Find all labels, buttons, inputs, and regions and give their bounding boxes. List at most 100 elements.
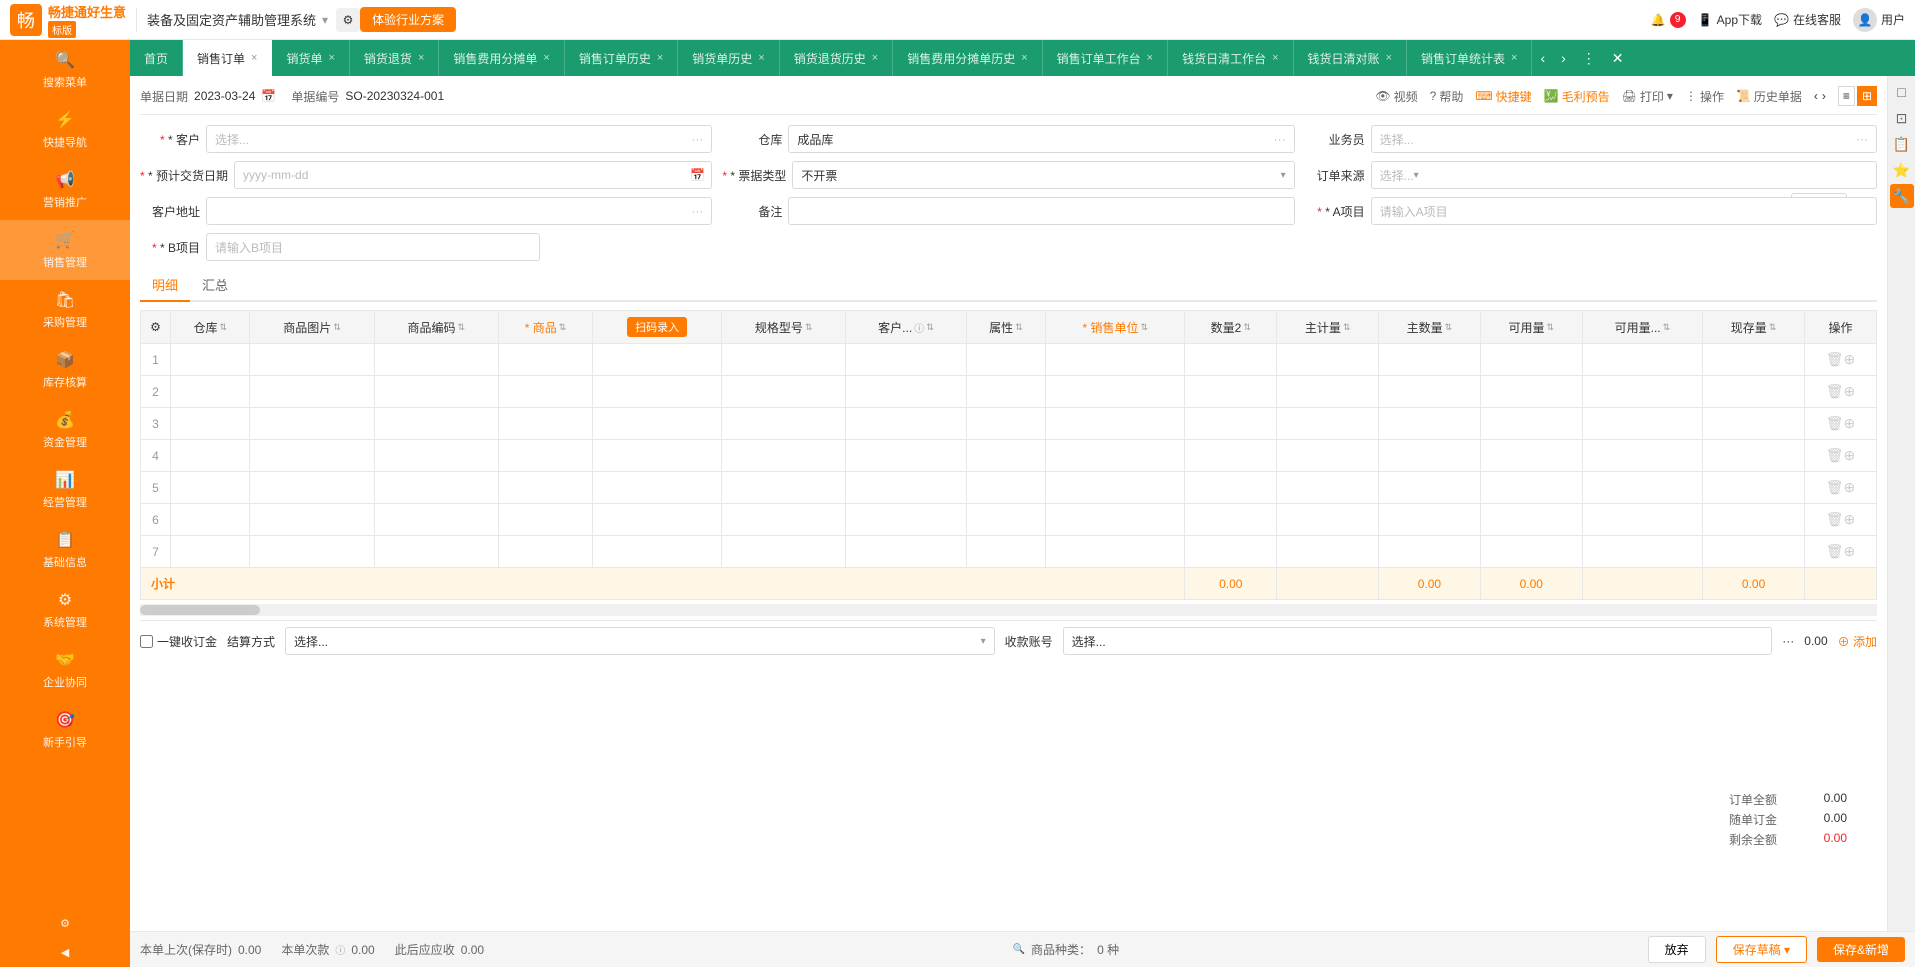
row-4-code[interactable] bbox=[374, 440, 498, 472]
row-2-product[interactable] bbox=[498, 376, 592, 408]
row-3-delete-btn[interactable]: 🗑 bbox=[1826, 415, 1844, 431]
view-btn[interactable]: 👁 视频 bbox=[1375, 88, 1417, 105]
stock-sort[interactable]: ⇅ bbox=[1769, 323, 1777, 332]
row-5-warehouse[interactable] bbox=[171, 472, 250, 504]
row-6-product[interactable] bbox=[498, 504, 592, 536]
row-4-main-unit[interactable] bbox=[1277, 440, 1379, 472]
row-2-available[interactable] bbox=[1480, 376, 1582, 408]
row-6-attr[interactable] bbox=[966, 504, 1045, 536]
attr-sort[interactable]: ⇅ bbox=[1015, 323, 1023, 332]
row-1-product[interactable] bbox=[498, 344, 592, 376]
row-4-available[interactable] bbox=[1480, 440, 1582, 472]
invoice-select[interactable]: 不开票 ▾ bbox=[792, 161, 1294, 189]
row-1-customer-code[interactable] bbox=[846, 344, 966, 376]
account-select[interactable]: 选择... bbox=[1063, 627, 1773, 655]
one-click-check[interactable] bbox=[140, 635, 153, 648]
row-6-model[interactable] bbox=[722, 504, 846, 536]
row-5-model[interactable] bbox=[722, 472, 846, 504]
tab-sales-order-close[interactable]: × bbox=[251, 52, 257, 64]
order-source-input[interactable]: 选择... ▾ bbox=[1371, 161, 1877, 189]
tab-cash-workbench[interactable]: 钱货日清工作台 × bbox=[1168, 40, 1293, 76]
code-sort[interactable]: ⇅ bbox=[458, 323, 466, 332]
row-7-stock[interactable] bbox=[1703, 536, 1805, 568]
address-input[interactable]: ··· bbox=[206, 197, 712, 225]
row-6-qty2[interactable] bbox=[1185, 504, 1277, 536]
sidebar-item-guide[interactable]: 🎯 新手引导 bbox=[0, 700, 130, 760]
a-project-input[interactable]: 请输入A项目 bbox=[1371, 197, 1877, 225]
col-settings[interactable]: ⚙ bbox=[141, 311, 171, 344]
row-4-model[interactable] bbox=[722, 440, 846, 472]
main-qty-sort[interactable]: ⇅ bbox=[1445, 323, 1453, 332]
customer-input[interactable]: 选择... ··· bbox=[206, 125, 712, 153]
row-4-available2[interactable] bbox=[1582, 440, 1702, 472]
row-6-available[interactable] bbox=[1480, 504, 1582, 536]
row-4-main-qty[interactable] bbox=[1379, 440, 1481, 472]
operation-btn[interactable]: ⋮ 操作 bbox=[1685, 88, 1724, 105]
row-2-model[interactable] bbox=[722, 376, 846, 408]
available-sort[interactable]: ⇅ bbox=[1546, 323, 1554, 332]
row-7-code[interactable] bbox=[374, 536, 498, 568]
row-5-attr[interactable] bbox=[966, 472, 1045, 504]
row-7-customer-code[interactable] bbox=[846, 536, 966, 568]
row-7-main-unit[interactable] bbox=[1277, 536, 1379, 568]
save-draft-btn[interactable]: 保存草稿 ▾ bbox=[1716, 936, 1807, 963]
row-1-stock[interactable] bbox=[1703, 344, 1805, 376]
method-select[interactable]: 选择... ▾ bbox=[285, 627, 995, 655]
row-3-code[interactable] bbox=[374, 408, 498, 440]
row-4-image[interactable] bbox=[250, 440, 374, 472]
product-sort[interactable]: ⇅ bbox=[559, 323, 567, 332]
one-click-checkbox[interactable]: 一键收订金 bbox=[140, 633, 217, 650]
row-3-customer-code[interactable] bbox=[846, 408, 966, 440]
row-2-attr[interactable] bbox=[966, 376, 1045, 408]
delivery-input[interactable]: yyyy-mm-dd 📅 bbox=[234, 161, 712, 189]
online-service[interactable]: 💬 在线客服 bbox=[1774, 11, 1841, 28]
row-7-copy-btn[interactable]: ⊕ bbox=[1844, 543, 1856, 559]
qty2-sort[interactable]: ⇅ bbox=[1243, 323, 1251, 332]
app-download[interactable]: 📱 App下载 bbox=[1698, 11, 1762, 28]
sidebar-item-enterprise[interactable]: 🤝 企业协同 bbox=[0, 640, 130, 700]
tab-next-btn[interactable]: › bbox=[1553, 40, 1574, 76]
tab-history-expense-close[interactable]: × bbox=[1021, 52, 1027, 64]
product-count-search[interactable]: 🔍 bbox=[1013, 944, 1025, 955]
system-title-arrow[interactable]: ▾ bbox=[322, 13, 328, 27]
sidebar-item-system[interactable]: ⚙ 系统管理 bbox=[0, 580, 130, 640]
tab-cash-workbench-close[interactable]: × bbox=[1272, 52, 1278, 64]
row-6-available2[interactable] bbox=[1582, 504, 1702, 536]
tab-workbench[interactable]: 销售订单工作台 × bbox=[1043, 40, 1168, 76]
row-7-available2[interactable] bbox=[1582, 536, 1702, 568]
available2-sort[interactable]: ⇅ bbox=[1663, 323, 1671, 332]
tab-expense[interactable]: 销售费用分摊单 × bbox=[439, 40, 564, 76]
model-sort[interactable]: ⇅ bbox=[805, 323, 813, 332]
row-1-model[interactable] bbox=[722, 344, 846, 376]
row-1-image[interactable] bbox=[250, 344, 374, 376]
tab-stats[interactable]: 销售订单统计表 × bbox=[1407, 40, 1532, 76]
row-7-model[interactable] bbox=[722, 536, 846, 568]
row-6-warehouse[interactable] bbox=[171, 504, 250, 536]
row-7-unit[interactable] bbox=[1046, 536, 1185, 568]
row-1-main-qty[interactable] bbox=[1379, 344, 1481, 376]
row-3-main-unit[interactable] bbox=[1277, 408, 1379, 440]
row-3-copy-btn[interactable]: ⊕ bbox=[1844, 415, 1856, 431]
right-panel-icon-4[interactable]: ⭐ bbox=[1890, 158, 1914, 182]
tab-history-order-close[interactable]: × bbox=[657, 52, 663, 64]
row-1-code[interactable] bbox=[374, 344, 498, 376]
row-3-unit[interactable] bbox=[1046, 408, 1185, 440]
row-3-warehouse[interactable] bbox=[171, 408, 250, 440]
sidebar-item-marketing[interactable]: 📢 营销推广 bbox=[0, 160, 130, 220]
row-5-customer-code[interactable] bbox=[846, 472, 966, 504]
row-1-attr[interactable] bbox=[966, 344, 1045, 376]
row-3-stock[interactable] bbox=[1703, 408, 1805, 440]
system-settings-icon[interactable]: ⚙ bbox=[336, 8, 360, 32]
row-5-main-qty[interactable] bbox=[1379, 472, 1481, 504]
save-new-btn[interactable]: 保存&新增 bbox=[1817, 937, 1905, 962]
row-2-code[interactable] bbox=[374, 376, 498, 408]
sidebar-item-nav[interactable]: ⚡ 快捷导航 bbox=[0, 100, 130, 160]
staff-input[interactable]: 选择... ··· bbox=[1371, 125, 1877, 153]
row-4-warehouse[interactable] bbox=[171, 440, 250, 472]
tab-summary[interactable]: 汇总 bbox=[190, 269, 240, 300]
row-7-warehouse[interactable] bbox=[171, 536, 250, 568]
row-5-available2[interactable] bbox=[1582, 472, 1702, 504]
row-5-code[interactable] bbox=[374, 472, 498, 504]
row-6-main-unit[interactable] bbox=[1277, 504, 1379, 536]
row-1-unit[interactable] bbox=[1046, 344, 1185, 376]
